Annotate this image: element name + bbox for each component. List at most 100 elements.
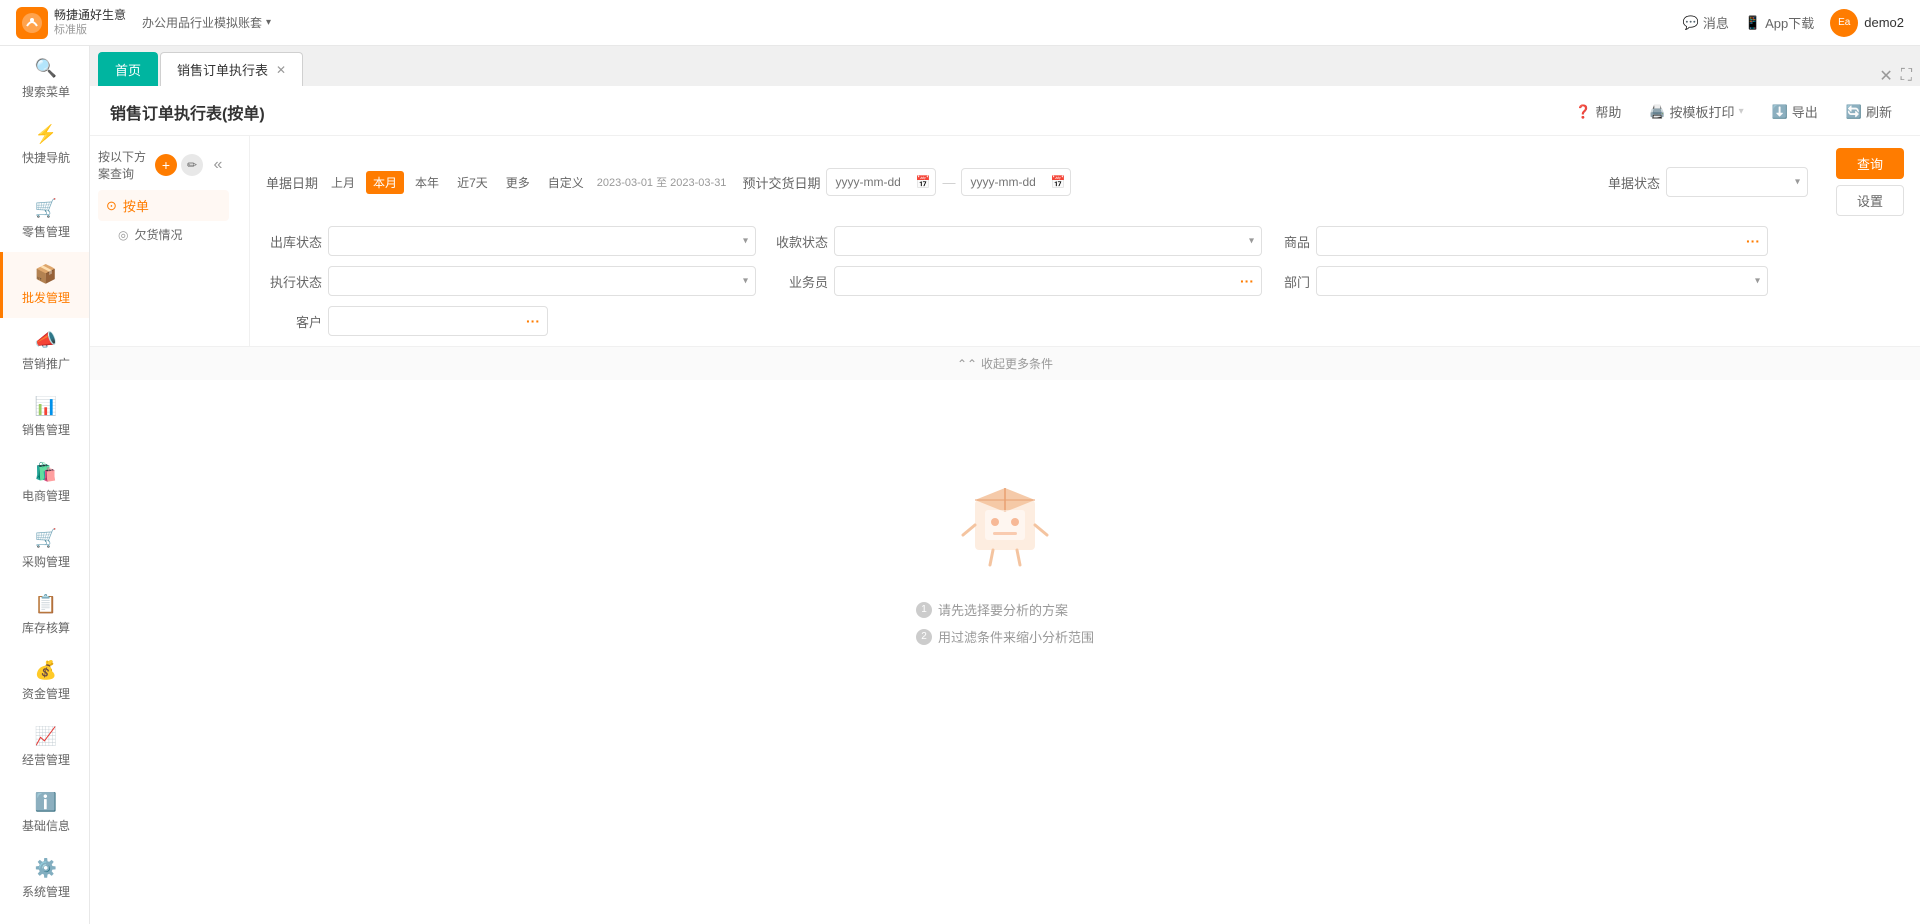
user-area[interactable]: Ea demo2 <box>1830 9 1904 37</box>
customer-input[interactable] <box>328 306 548 336</box>
filter-left-content: 按以下方案查询 + ✏ « ⊙ 按单 <box>90 136 237 256</box>
refresh-btn[interactable]: 🔄 刷新 <box>1838 98 1900 125</box>
goods-more-icon[interactable]: ··· <box>1746 233 1760 249</box>
tab-close-icon[interactable]: ✕ <box>276 63 286 77</box>
help-icon: ❓ <box>1575 104 1591 120</box>
tab-expand-btn[interactable]: ⛶ <box>1901 67 1912 85</box>
out-status-select[interactable] <box>328 226 756 256</box>
empty-text: 1 请先选择要分析的方案 2 用过滤条件来缩小分析范围 <box>916 600 1094 646</box>
customer-more-icon[interactable]: ··· <box>526 313 540 329</box>
filter-row-1: 单据日期 上月 本月 本年 近7天 更多 自定义 2023-03-01 至 20… <box>266 148 1904 216</box>
tab-close-window-btn[interactable]: ✕ <box>1879 66 1892 86</box>
quick-nav-icon: ⚡ <box>35 124 57 145</box>
filter-expected-date-item: 预计交货日期 📅 — 📅 <box>742 168 1592 196</box>
query-btn-group: 查询 设置 <box>1836 148 1904 216</box>
sidebar-item-search[interactable]: 🔍 搜索菜单 <box>0 46 89 112</box>
tab-bar: 首页 销售订单执行表 ✕ ✕ ⛶ <box>90 46 1920 86</box>
empty-step-1: 1 请先选择要分析的方案 <box>916 600 1094 619</box>
sidebar-item-inventory[interactable]: 📋 库存核算 <box>0 582 89 648</box>
filter-out-status-item: 出库状态 <box>266 226 756 256</box>
expected-date-start-input[interactable] <box>826 168 936 196</box>
filter-row-3: 执行状态 业务员 <box>266 266 1904 296</box>
industry-selector[interactable]: 办公用品行业模拟账套 ▾ <box>134 10 279 35</box>
salesperson-more-icon[interactable]: ··· <box>1240 273 1254 289</box>
tab-bar-actions: ✕ ⛶ <box>1871 66 1920 86</box>
template-print-btn[interactable]: 🖨️ 按模板打印 ▾ <box>1641 98 1751 125</box>
sidebar-item-sales[interactable]: 📊 销售管理 <box>0 384 89 450</box>
date-range-separator: — <box>942 175 955 190</box>
sidebar-item-basic[interactable]: ℹ️ 基础信息 <box>0 780 89 846</box>
recv-status-select[interactable] <box>834 226 1262 256</box>
period-current-year[interactable]: 本年 <box>408 171 446 194</box>
salesperson-label: 业务员 <box>772 272 828 291</box>
purchase-icon: 🛒 <box>35 528 57 549</box>
period-more[interactable]: 更多 <box>499 171 537 194</box>
plan-item-按单[interactable]: ⊙ 按单 <box>98 190 229 221</box>
expected-date-end-wrap: 📅 <box>961 168 1071 196</box>
step-2-number: 2 <box>916 629 932 645</box>
print-chevron-icon: ▾ <box>1739 106 1744 117</box>
export-btn[interactable]: ⬇️ 导出 <box>1764 98 1826 125</box>
dept-select[interactable] <box>1316 266 1768 296</box>
avatar: Ea <box>1830 9 1858 37</box>
sales-icon: 📊 <box>35 396 57 417</box>
plan-sub-item-欠货[interactable]: ◎ 欠货情况 <box>98 221 229 248</box>
sidebar-item-quick-nav[interactable]: ⚡ 快捷导航 <box>0 112 89 178</box>
page-title: 销售订单执行表(按单) <box>110 100 265 124</box>
recv-status-control <box>834 226 1262 256</box>
finance-icon: 💰 <box>35 660 57 681</box>
ecommerce-icon: 🛍️ <box>35 462 57 483</box>
query-btn[interactable]: 查询 <box>1836 148 1904 179</box>
salesperson-input[interactable] <box>834 266 1262 296</box>
sidebar-item-purchase[interactable]: 🛒 采购管理 <box>0 516 89 582</box>
filter-left-btns: + ✏ « <box>155 154 229 176</box>
goods-input[interactable] <box>1316 226 1768 256</box>
expected-date-end-input[interactable] <box>961 168 1071 196</box>
exec-status-label: 执行状态 <box>266 272 322 291</box>
sidebar-item-ecommerce[interactable]: 🛍️ 电商管理 <box>0 450 89 516</box>
sidebar-item-corp[interactable]: 🤝 企业协同 <box>0 912 89 924</box>
top-bar-right: 💬 消息 📱 App下载 Ea demo2 <box>1683 9 1904 37</box>
tab-sales-exec[interactable]: 销售订单执行表 ✕ <box>160 52 303 86</box>
sidebar-item-wholesale[interactable]: 📦 批发管理 <box>0 252 89 318</box>
collapse-bar[interactable]: ⌃⌃ 收起更多条件 <box>90 346 1920 380</box>
message-action[interactable]: 💬 消息 <box>1683 13 1729 32</box>
filter-right-panel: 单据日期 上月 本月 本年 近7天 更多 自定义 2023-03-01 至 20… <box>250 136 1920 346</box>
logo-text: 畅捷通好生意 标准版 <box>54 8 126 38</box>
tab-home[interactable]: 首页 <box>98 52 158 86</box>
period-custom[interactable]: 自定义 <box>541 171 591 194</box>
dept-control <box>1316 266 1768 296</box>
empty-illustration <box>945 460 1065 580</box>
salesperson-control: ··· <box>834 266 1262 296</box>
filter-recv-status-item: 收款状态 <box>772 226 1262 256</box>
filter-exec-status-item: 执行状态 <box>266 266 756 296</box>
sidebar-item-marketing[interactable]: 📣 营销推广 <box>0 318 89 384</box>
page-title-bar: 销售订单执行表(按单) ❓ 帮助 🖨️ 按模板打印 ▾ ⬇️ <box>90 86 1920 136</box>
collapse-left-btn[interactable]: « <box>207 154 229 176</box>
filter-date-item: 单据日期 上月 本月 本年 近7天 更多 自定义 2023-03-01 至 20… <box>266 171 726 194</box>
filter-row-2: 出库状态 收款状态 <box>266 226 1904 256</box>
logo-icon <box>16 7 48 39</box>
doc-status-select[interactable] <box>1666 167 1808 197</box>
page-content: 销售订单执行表(按单) ❓ 帮助 🖨️ 按模板打印 ▾ ⬇️ <box>90 86 1920 924</box>
sidebar-item-system[interactable]: ⚙️ 系统管理 <box>0 846 89 912</box>
print-icon: 🖨️ <box>1649 104 1665 120</box>
basic-icon: ℹ️ <box>35 792 57 813</box>
settings-btn[interactable]: 设置 <box>1836 185 1904 216</box>
edit-plan-btn[interactable]: ✏ <box>181 154 203 176</box>
sidebar-item-operation[interactable]: 📈 经营管理 <box>0 714 89 780</box>
add-plan-btn[interactable]: + <box>155 154 177 176</box>
period-last-month[interactable]: 上月 <box>324 171 362 194</box>
customer-label: 客户 <box>266 312 322 331</box>
wholesale-icon: 📦 <box>35 264 57 285</box>
period-current-month[interactable]: 本月 <box>366 171 404 194</box>
app-download-action[interactable]: 📱 App下载 <box>1745 13 1814 32</box>
sidebar-item-retail[interactable]: 🛒 零售管理 <box>0 186 89 252</box>
exec-status-select[interactable] <box>328 266 756 296</box>
sidebar-item-finance[interactable]: 💰 资金管理 <box>0 648 89 714</box>
period-last-7days[interactable]: 近7天 <box>450 171 495 194</box>
logo-area: 畅捷通好生意 标准版 <box>16 7 126 39</box>
doc-status-label: 单据状态 <box>1608 173 1660 192</box>
help-btn[interactable]: ❓ 帮助 <box>1567 98 1629 125</box>
customer-control: ··· <box>328 306 548 336</box>
